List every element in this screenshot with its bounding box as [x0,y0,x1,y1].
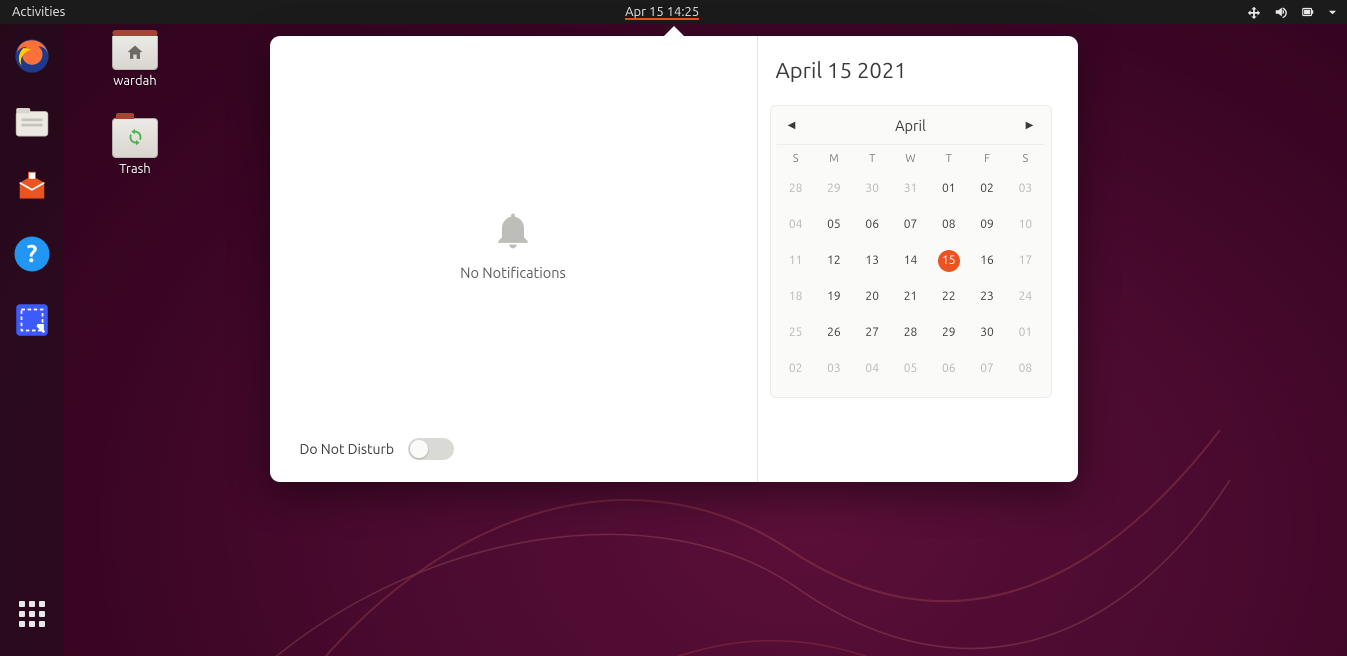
calendar-dow: S [777,145,815,171]
calendar-day[interactable]: 08 [930,207,968,243]
calendar-day[interactable]: 04 [777,207,815,243]
calendar-day[interactable]: 10 [1006,207,1044,243]
desktop-item-label: wardah [113,74,156,88]
chevron-down-icon [1328,8,1337,17]
bell-icon [491,208,535,252]
next-month-button[interactable]: ▶ [1020,116,1038,134]
calendar-day[interactable]: 05 [815,207,853,243]
calendar-day[interactable]: 07 [891,207,929,243]
calendar-day[interactable]: 02 [777,351,815,387]
calendar-day[interactable]: 01 [930,171,968,207]
calendar-dow: T [853,145,891,171]
dnd-label: Do Not Disturb [300,441,395,457]
calendar-day[interactable]: 20 [853,279,891,315]
calendar-day[interactable]: 23 [968,279,1006,315]
calendar-day[interactable]: 13 [853,243,891,279]
folder-home-icon [112,30,158,70]
no-notifications-label: No Notifications [460,264,566,281]
calendar-day[interactable]: 03 [1006,171,1044,207]
calendar-day[interactable]: 30 [853,171,891,207]
calendar-day[interactable]: 28 [777,171,815,207]
calendar-day[interactable]: 30 [968,315,1006,351]
calendar-day[interactable]: 29 [815,171,853,207]
clock-menu[interactable]: Apr 15 14:25 [617,5,707,19]
dock-app-screenshot[interactable] [8,296,56,344]
calendar-widget: ◀ April ▶ SMTWTFS 2829303101020304050607… [770,105,1052,398]
dnd-toggle[interactable] [408,438,454,460]
calendar-day[interactable]: 14 [891,243,929,279]
calendar-day[interactable]: 21 [891,279,929,315]
calendar-day[interactable]: 22 [930,279,968,315]
calendar-day[interactable]: 05 [891,351,929,387]
calendar-day[interactable]: 18 [777,279,815,315]
calendar-day[interactable]: 31 [891,171,929,207]
desktop-icons: wardah Trash [95,30,175,176]
system-menu[interactable] [1247,5,1347,19]
apps-grid-icon [19,601,45,627]
calendar-day[interactable]: 28 [891,315,929,351]
dock-app-software[interactable] [8,164,56,212]
calendar-day[interactable]: 27 [853,315,891,351]
notification-calendar-popover: No Notifications Do Not Disturb April 15… [270,36,1078,482]
calendar-day[interactable]: 26 [815,315,853,351]
calendar-day[interactable]: 04 [853,351,891,387]
calendar-dow: M [815,145,853,171]
calendar-day[interactable]: 03 [815,351,853,387]
calendar-day[interactable]: 07 [968,351,1006,387]
desktop-trash[interactable]: Trash [95,118,175,176]
dnd-row: Do Not Disturb [300,438,455,460]
dock-app-files[interactable] [8,98,56,146]
calendar-day[interactable]: 25 [777,315,815,351]
top-bar: Activities Apr 15 14:25 [0,0,1347,24]
calendar-dow: S [1006,145,1044,171]
calendar-pane: April 15 2021 ◀ April ▶ SMTWTFS 28293031… [758,36,1078,482]
calendar-day[interactable]: 15 [930,243,968,279]
calendar-day[interactable]: 29 [930,315,968,351]
desktop-folder-home[interactable]: wardah [95,30,175,88]
calendar-day[interactable]: 08 [1006,351,1044,387]
calendar-dow: W [891,145,929,171]
activities-button[interactable]: Activities [0,5,77,19]
svg-text:?: ? [27,239,38,267]
volume-icon [1274,5,1288,19]
calendar-day[interactable]: 12 [815,243,853,279]
network-icon [1247,5,1261,19]
calendar-day[interactable]: 16 [968,243,1006,279]
calendar-day[interactable]: 24 [1006,279,1044,315]
calendar-date-title: April 15 2021 [776,58,1054,83]
dock-app-help[interactable]: ? [8,230,56,278]
show-applications-button[interactable] [8,590,56,638]
prev-month-button[interactable]: ◀ [783,116,801,134]
month-label: April [895,117,926,134]
battery-icon [1301,5,1315,19]
calendar-day[interactable]: 02 [968,171,1006,207]
calendar-day[interactable]: 01 [1006,315,1044,351]
calendar-dow: F [968,145,1006,171]
calendar-day[interactable]: 06 [853,207,891,243]
calendar-day[interactable]: 11 [777,243,815,279]
calendar-dow: T [930,145,968,171]
trash-icon [112,118,158,158]
calendar-day[interactable]: 06 [930,351,968,387]
dock: ? [0,24,64,656]
calendar-day[interactable]: 09 [968,207,1006,243]
desktop-item-label: Trash [119,162,150,176]
notifications-pane: No Notifications Do Not Disturb [270,36,758,482]
calendar-day[interactable]: 17 [1006,243,1044,279]
calendar-day[interactable]: 19 [815,279,853,315]
dock-app-firefox[interactable] [8,32,56,80]
